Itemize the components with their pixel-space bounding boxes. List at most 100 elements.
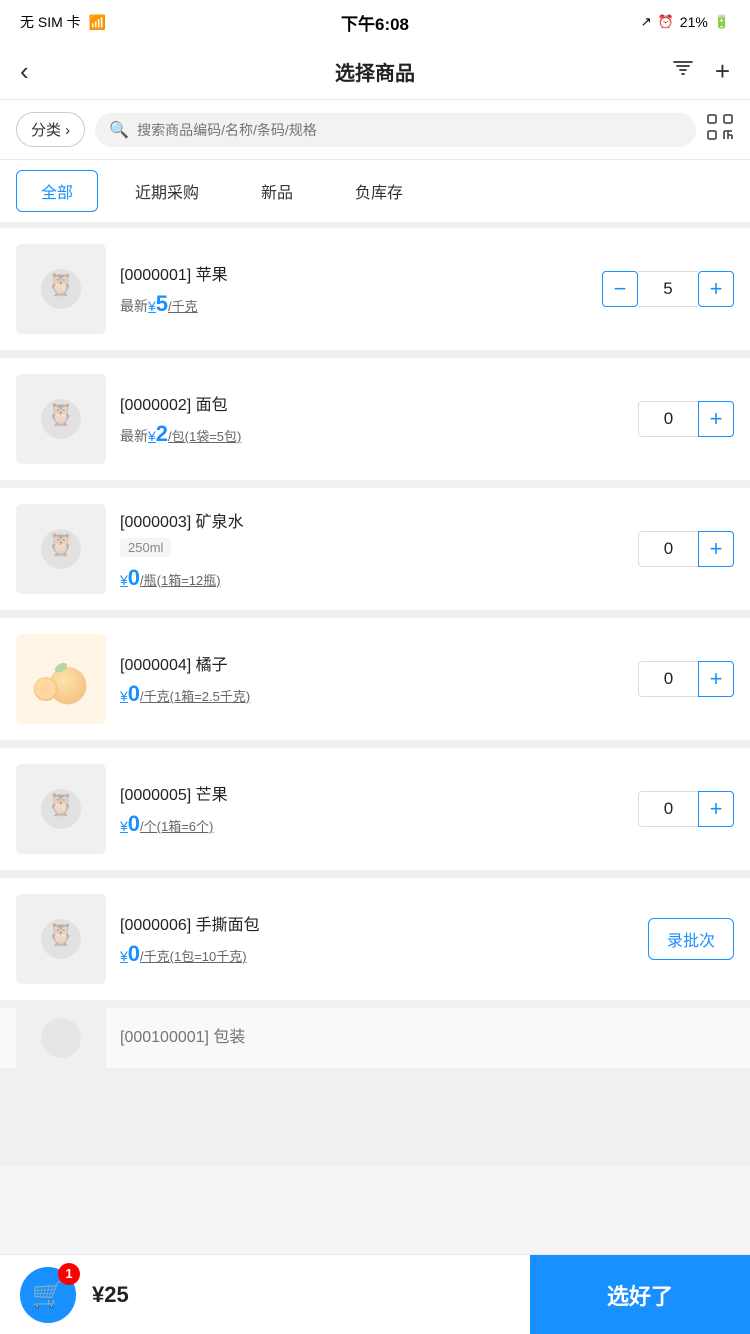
product-info-0000006: [0000006] 手撕面包 ¥ 0 /千克(1包=10千克): [120, 911, 634, 967]
cart-total: ¥25: [92, 1282, 129, 1308]
cart-icon[interactable]: 🛒 1: [20, 1267, 76, 1323]
filter-icon[interactable]: [671, 57, 695, 87]
battery-icon: 🔋: [714, 14, 730, 30]
svg-text:🦉: 🦉: [47, 402, 74, 427]
tab-recent[interactable]: 近期采购: [110, 170, 224, 212]
search-icon: 🔍: [109, 120, 129, 140]
back-button[interactable]: ‹: [20, 56, 29, 87]
qty-plus-button[interactable]: +: [698, 401, 734, 437]
table-row: 🦉 [0000001] 苹果 最新 ¥ 5 /千克 − 5 +: [0, 228, 750, 350]
currency-symbol: ¥: [148, 298, 156, 314]
battery-label: 21%: [680, 14, 708, 30]
currency-symbol: ¥: [148, 428, 156, 444]
tab-all[interactable]: 全部: [16, 170, 98, 212]
product-spec: 250ml: [120, 538, 171, 557]
qty-input[interactable]: 0: [638, 531, 698, 567]
product-price-line: ¥ 0 /千克(1包=10千克): [120, 941, 634, 967]
product-info-0000004: [0000004] 橘子 ¥ 0 /千克(1箱=2.5千克): [120, 651, 624, 707]
qty-plus-button[interactable]: +: [698, 791, 734, 827]
cart-badge: 1: [58, 1263, 80, 1285]
price-unit: /千克: [168, 296, 198, 315]
cart-area: 🛒 1 ¥25: [20, 1267, 129, 1323]
product-list: 🦉 [0000001] 苹果 最新 ¥ 5 /千克 − 5 + 🦉: [0, 228, 750, 1166]
qty-input[interactable]: 5: [638, 271, 698, 307]
category-button[interactable]: 分类 ›: [16, 112, 85, 147]
nav-bar: ‹ 选择商品 +: [0, 44, 750, 100]
qty-plus-button[interactable]: +: [698, 531, 734, 567]
product-info-0000003: [0000003] 矿泉水 250ml ¥ 0 /瓶(1箱=12瓶): [120, 508, 624, 591]
tab-row: 全部 近期采购 新品 负库存: [0, 160, 750, 228]
search-input[interactable]: [137, 122, 682, 138]
product-name: [0000004] 橘子: [120, 651, 624, 675]
price-value: 0: [128, 811, 140, 837]
price-unit: /瓶(1箱=12瓶): [140, 570, 221, 589]
nav-actions: +: [671, 56, 730, 87]
product-image-0000005: 🦉: [16, 764, 106, 854]
svg-text:🦉: 🦉: [47, 532, 74, 557]
product-price-line: 最新 ¥ 2 /包(1袋=5包): [120, 421, 624, 447]
location-icon: ↗: [641, 14, 652, 30]
product-name: [0000002] 面包: [120, 391, 624, 415]
product-info-000100001: [000100001] 包装: [120, 1023, 734, 1053]
qty-control-0000003: 0 +: [638, 531, 734, 567]
table-row: 🦉 [0000002] 面包 最新 ¥ 2 /包(1袋=5包) 0 +: [0, 358, 750, 480]
status-bar: 无 SIM 卡 📶 下午6:08 ↗ ⏰ 21% 🔋: [0, 0, 750, 44]
table-row: 🦉 [0000003] 矿泉水 250ml ¥ 0 /瓶(1箱=12瓶) 0 +: [0, 488, 750, 610]
price-unit: /包(1袋=5包): [168, 426, 241, 445]
price-value: 0: [128, 681, 140, 707]
product-name: [0000001] 苹果: [120, 261, 588, 285]
qty-control-0000004: 0 +: [638, 661, 734, 697]
table-row: [000100001] 包装: [0, 1008, 750, 1068]
status-left: 无 SIM 卡 📶: [20, 12, 106, 32]
qty-minus-button[interactable]: −: [602, 271, 638, 307]
price-value: 5: [156, 291, 168, 317]
qty-control-0000005: 0 +: [638, 791, 734, 827]
add-icon[interactable]: +: [715, 56, 730, 87]
currency-symbol: ¥: [120, 948, 128, 964]
price-value: 2: [156, 421, 168, 447]
qty-control-0000006: 录批次: [648, 918, 734, 960]
product-name: [0000006] 手撕面包: [120, 911, 634, 935]
price-unit: /千克(1包=10千克): [140, 946, 247, 965]
product-image-0000001: 🦉: [16, 244, 106, 334]
product-price-line: ¥ 0 /千克(1箱=2.5千克): [120, 681, 624, 707]
scan-icon[interactable]: [706, 113, 734, 147]
product-name: [000100001] 包装: [120, 1023, 734, 1047]
qty-input[interactable]: 0: [638, 661, 698, 697]
qty-control-0000001: − 5 +: [602, 271, 734, 307]
table-row: 🦉 [0000006] 手撕面包 ¥ 0 /千克(1包=10千克) 录批次: [0, 878, 750, 1000]
price-value: 0: [128, 565, 140, 591]
qty-input[interactable]: 0: [638, 791, 698, 827]
product-image-0000003: 🦉: [16, 504, 106, 594]
table-row: [0000004] 橘子 ¥ 0 /千克(1箱=2.5千克) 0 +: [0, 618, 750, 740]
currency-symbol: ¥: [120, 572, 128, 588]
table-row: 🦉 [0000005] 芒果 ¥ 0 /个(1箱=6个) 0 +: [0, 748, 750, 870]
tab-new[interactable]: 新品: [236, 170, 318, 212]
svg-text:🦉: 🦉: [47, 922, 74, 947]
status-time: 下午6:08: [341, 10, 409, 35]
tab-negative[interactable]: 负库存: [330, 170, 428, 212]
product-info-0000005: [0000005] 芒果 ¥ 0 /个(1箱=6个): [120, 781, 624, 837]
batch-button[interactable]: 录批次: [648, 918, 734, 960]
filter-row: 分类 › 🔍: [0, 100, 750, 160]
product-name: [0000003] 矿泉水: [120, 508, 624, 532]
product-price-line: ¥ 0 /瓶(1箱=12瓶): [120, 565, 624, 591]
latest-label: 最新: [120, 296, 148, 316]
confirm-button[interactable]: 选好了: [530, 1255, 750, 1334]
product-image-000100001: [16, 1008, 106, 1068]
carrier-label: 无 SIM 卡: [20, 12, 81, 32]
qty-plus-button[interactable]: +: [698, 661, 734, 697]
wifi-icon: 📶: [89, 14, 106, 31]
qty-control-0000002: 0 +: [638, 401, 734, 437]
product-price-line: ¥ 0 /个(1箱=6个): [120, 811, 624, 837]
currency-symbol: ¥: [120, 818, 128, 834]
price-unit: /千克(1箱=2.5千克): [140, 686, 250, 705]
cart-symbol: 🛒: [32, 1279, 64, 1310]
qty-plus-button[interactable]: +: [698, 271, 734, 307]
page-title: 选择商品: [335, 57, 415, 86]
price-unit: /个(1箱=6个): [140, 816, 213, 835]
search-box: 🔍: [95, 113, 696, 147]
status-right: ↗ ⏰ 21% 🔋: [641, 14, 730, 30]
product-image-0000002: 🦉: [16, 374, 106, 464]
qty-input[interactable]: 0: [638, 401, 698, 437]
